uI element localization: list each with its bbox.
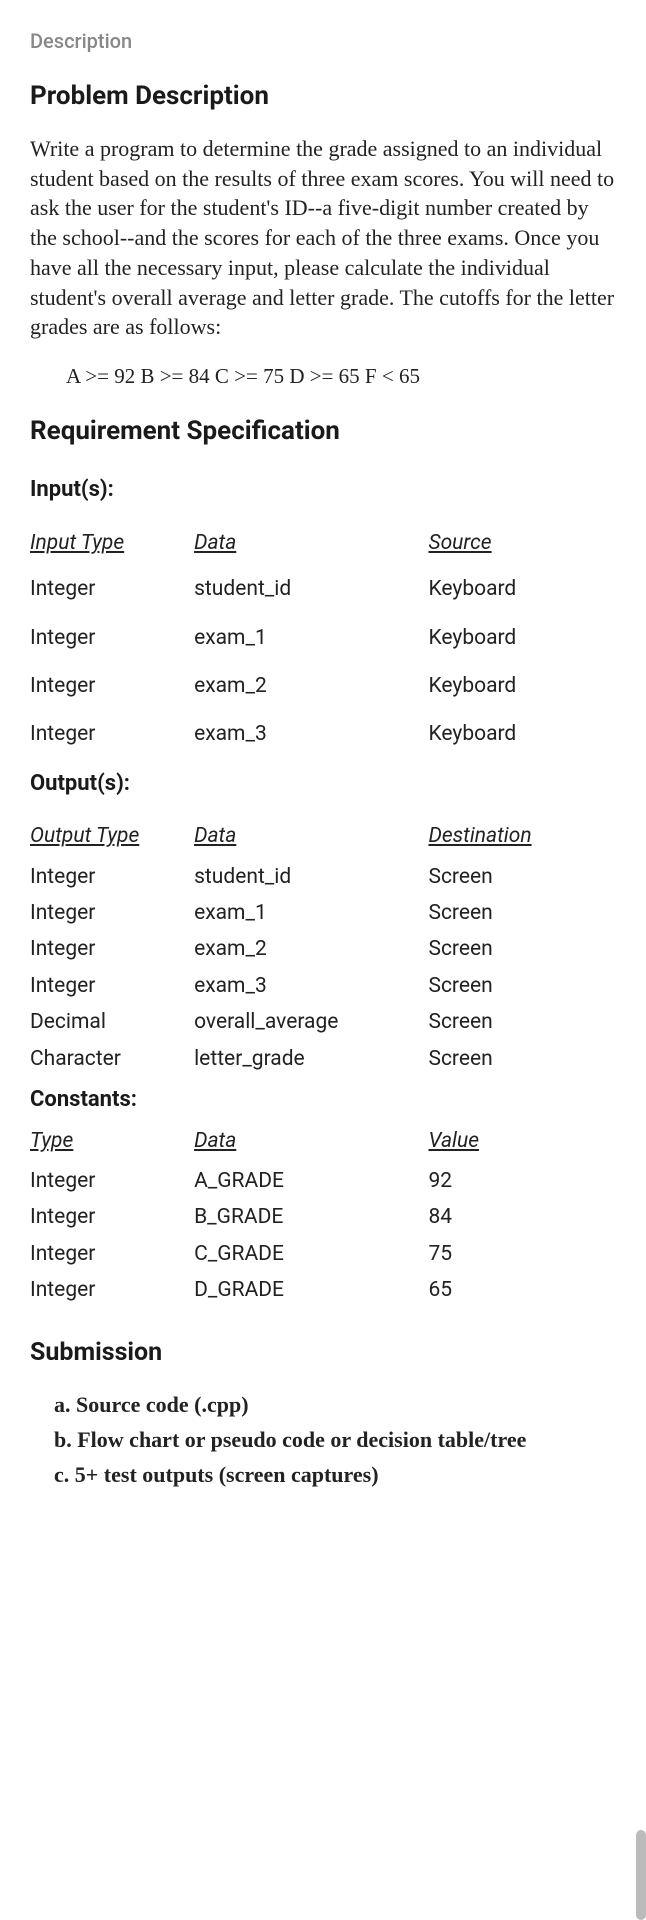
inputs-header-type: Input Type — [30, 521, 194, 565]
inputs-row: Integerexam_2Keyboard — [30, 662, 616, 710]
constants-table: Type Data Value IntegerA_GRADE92IntegerB… — [30, 1119, 616, 1309]
outputs-cell: Character — [30, 1041, 194, 1077]
scrollbar[interactable] — [636, 1830, 646, 1920]
outputs-row: Integerexam_1Screen — [30, 895, 616, 931]
problem-description-body: Write a program to determine the grade a… — [30, 134, 616, 342]
submission-item: c. 5+ test outputs (screen captures) — [54, 1458, 616, 1491]
constants-cell: 75 — [428, 1236, 616, 1272]
inputs-cell: Integer — [30, 662, 194, 710]
outputs-cell: Screen — [428, 931, 616, 967]
outputs-row: Integerstudent_idScreen — [30, 859, 616, 895]
inputs-label: Input(s): — [30, 475, 616, 505]
outputs-cell: exam_1 — [194, 895, 428, 931]
outputs-cell: Decimal — [30, 1004, 194, 1040]
inputs-row: Integerstudent_idKeyboard — [30, 565, 616, 613]
constants-cell: 65 — [428, 1272, 616, 1308]
constants-label: Constants: — [30, 1085, 616, 1115]
inputs-row: Integerexam_1Keyboard — [30, 614, 616, 662]
inputs-table: Input Type Data Source Integerstudent_id… — [30, 521, 616, 759]
constants-cell: D_GRADE — [194, 1272, 428, 1308]
inputs-cell: Keyboard — [428, 710, 616, 758]
submission-item: a. Source code (.cpp) — [54, 1388, 616, 1421]
outputs-header-destination: Destination — [428, 814, 616, 858]
constants-header-type: Type — [30, 1119, 194, 1163]
constants-row: IntegerD_GRADE65 — [30, 1272, 616, 1308]
outputs-cell: overall_average — [194, 1004, 428, 1040]
outputs-row: Characterletter_gradeScreen — [30, 1041, 616, 1077]
inputs-cell: exam_2 — [194, 662, 428, 710]
constants-cell: Integer — [30, 1236, 194, 1272]
inputs-cell: Integer — [30, 710, 194, 758]
outputs-cell: Integer — [30, 931, 194, 967]
outputs-table: Output Type Data Destination Integerstud… — [30, 814, 616, 1076]
submission-item: b. Flow chart or pseudo code or decision… — [54, 1423, 616, 1456]
constants-row: IntegerA_GRADE92 — [30, 1163, 616, 1199]
outputs-row: Integerexam_2Screen — [30, 931, 616, 967]
inputs-cell: exam_1 — [194, 614, 428, 662]
constants-cell: C_GRADE — [194, 1236, 428, 1272]
outputs-cell: Screen — [428, 1041, 616, 1077]
inputs-header-data: Data — [194, 521, 428, 565]
constants-cell: Integer — [30, 1272, 194, 1308]
inputs-cell: Keyboard — [428, 614, 616, 662]
outputs-row: Decimaloverall_averageScreen — [30, 1004, 616, 1040]
inputs-cell: Integer — [30, 565, 194, 613]
outputs-cell: Integer — [30, 895, 194, 931]
outputs-cell: Integer — [30, 968, 194, 1004]
grade-cutoffs: A >= 92 B >= 84 C >= 75 D >= 65 F < 65 — [66, 362, 616, 390]
inputs-cell: exam_3 — [194, 710, 428, 758]
inputs-cell: Keyboard — [428, 565, 616, 613]
outputs-cell: exam_3 — [194, 968, 428, 1004]
outputs-cell: Screen — [428, 895, 616, 931]
outputs-cell: Screen — [428, 1004, 616, 1040]
outputs-cell: letter_grade — [194, 1041, 428, 1077]
constants-cell: A_GRADE — [194, 1163, 428, 1199]
constants-cell: Integer — [30, 1199, 194, 1235]
inputs-row: Integerexam_3Keyboard — [30, 710, 616, 758]
constants-cell: B_GRADE — [194, 1199, 428, 1235]
constants-row: IntegerC_GRADE75 — [30, 1236, 616, 1272]
constants-row: IntegerB_GRADE84 — [30, 1199, 616, 1235]
constants-cell: 92 — [428, 1163, 616, 1199]
outputs-cell: Integer — [30, 859, 194, 895]
constants-header-data: Data — [194, 1119, 428, 1163]
outputs-cell: student_id — [194, 859, 428, 895]
inputs-header-source: Source — [428, 521, 616, 565]
constants-cell: Integer — [30, 1163, 194, 1199]
tab-description[interactable]: Description — [30, 28, 616, 55]
inputs-cell: Integer — [30, 614, 194, 662]
outputs-header-type: Output Type — [30, 814, 194, 858]
outputs-header-data: Data — [194, 814, 428, 858]
inputs-cell: student_id — [194, 565, 428, 613]
constants-cell: 84 — [428, 1199, 616, 1235]
inputs-cell: Keyboard — [428, 662, 616, 710]
submission-list: a. Source code (.cpp)b. Flow chart or ps… — [30, 1388, 616, 1491]
outputs-row: Integerexam_3Screen — [30, 968, 616, 1004]
outputs-cell: Screen — [428, 859, 616, 895]
outputs-cell: Screen — [428, 968, 616, 1004]
outputs-label: Output(s): — [30, 769, 616, 799]
constants-header-value: Value — [428, 1119, 616, 1163]
outputs-cell: exam_2 — [194, 931, 428, 967]
submission-heading: Submission — [30, 1336, 616, 1370]
problem-description-heading: Problem Description — [30, 79, 616, 114]
requirement-specification-heading: Requirement Specification — [30, 414, 616, 449]
